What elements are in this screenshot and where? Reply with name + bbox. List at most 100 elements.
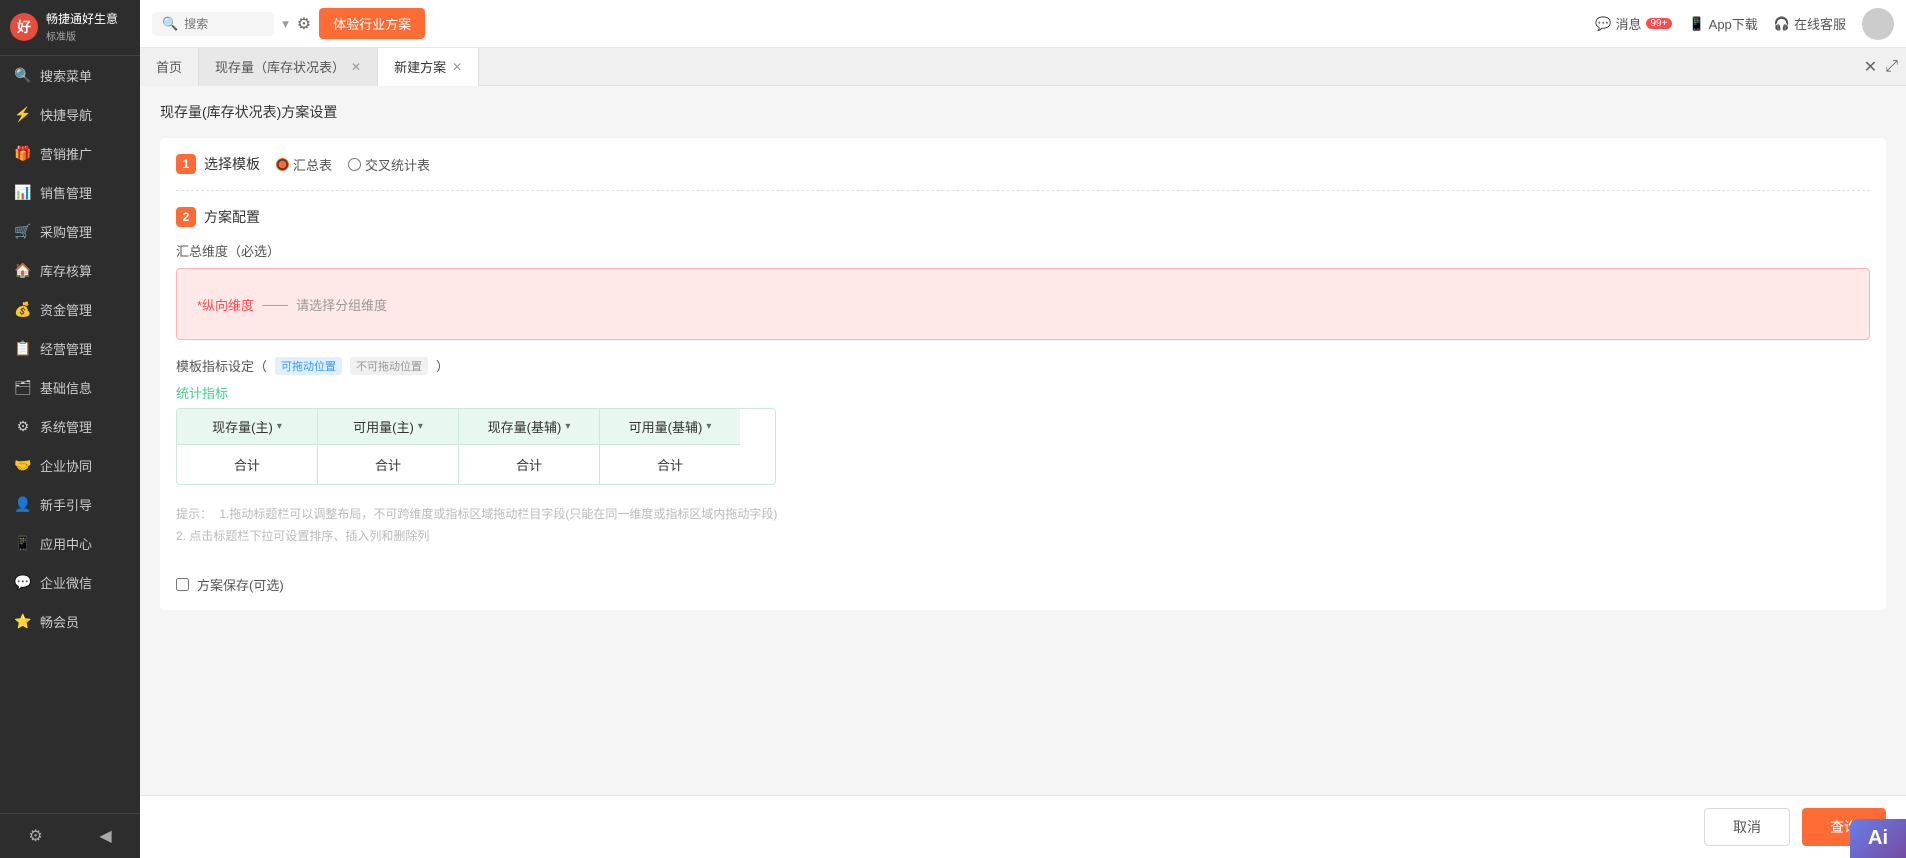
stats-col-0-header[interactable]: 现存量(主) ▾ [177,409,317,445]
house-icon: 🏠 [14,261,32,279]
tab-inventory[interactable]: 现存量（库存状况表） ✕ [199,48,378,86]
cancel-button[interactable]: 取消 [1704,808,1790,846]
sidebar-logo: 好 畅捷通好生意 标准版 [0,0,140,56]
sidebar-item-shortcut[interactable]: ⚡ 快捷导航 [0,95,140,134]
service-label: 在线客服 [1794,14,1846,33]
stats-col-1-sub: 合计 [375,455,401,474]
app-name: 畅捷通好生意 [46,12,118,28]
stats-col-2-header[interactable]: 现存量(基辅) ▾ [459,409,599,445]
page-title: 现存量(库存状况表)方案设置 [160,102,1886,122]
sidebar-item-label: 经营管理 [40,339,92,358]
stats-col-1-label: 可用量(主) [353,417,414,436]
stats-col-3-sub: 合计 [657,455,683,474]
sidebar-item-contract[interactable]: 🤝 企业协同 [0,446,140,485]
sidebar-item-label: 企业协同 [40,456,92,475]
chevron-down-0-icon[interactable]: ▾ [277,421,282,432]
sidebar-item-member[interactable]: ⭐ 畅会员 [0,602,140,641]
stats-col-2: 现存量(基辅) ▾ 合计 [459,409,600,484]
handshake-icon: 🤝 [14,456,32,474]
collapse-btn[interactable]: ◀ [95,822,115,850]
sidebar-item-basic[interactable]: 🗂 基础信息 [0,368,140,407]
chevron-down-3-icon[interactable]: ▾ [706,421,711,432]
draggable-badge: 可拖动位置 [275,357,342,375]
stats-section: 统计指标 现存量(主) ▾ 合计 [176,383,1870,488]
step1-header: 1 选择模板 汇总表 交叉统计表 [176,154,1870,174]
tab-new-plan-label: 新建方案 [394,57,446,76]
sidebar-item-sales[interactable]: 📊 销售管理 [0,173,140,212]
message-btn[interactable]: 💬 消息 99+ [1595,14,1672,33]
radio-summary-label: 汇总表 [293,155,332,174]
sidebar-item-search[interactable]: 🔍 搜索菜单 [0,56,140,95]
save-checkbox[interactable] [176,578,189,591]
sidebar-item-label: 应用中心 [40,534,92,553]
sidebar-item-system[interactable]: ⚙ 系统管理 [0,407,140,446]
sidebar-nav: 🔍 搜索菜单 ⚡ 快捷导航 🎁 营销推广 📊 销售管理 🛒 采购管理 🏠 库存核… [0,56,140,813]
folder-icon: 🗂 [14,378,32,396]
online-service-btn[interactable]: 🎧 在线客服 [1774,14,1846,33]
nodrag-badge: 不可拖动位置 [350,357,428,375]
sidebar-bottom: ⚙ ◀ [0,813,140,858]
app-edition: 标准版 [46,28,118,43]
tab-inventory-close[interactable]: ✕ [351,60,361,74]
search-icon: 🔍 [14,66,32,84]
sidebar-item-label: 基础信息 [40,378,92,397]
stats-title: 统计指标 [176,383,1870,402]
dim-required-marker: *纵向维度 [197,295,254,314]
stats-col-0-sub: 合计 [234,455,260,474]
content: 现存量(库存状况表)方案设置 1 选择模板 汇总表 交叉统计表 [140,86,1906,795]
search-dropdown-icon[interactable]: ▾ [282,16,289,32]
sidebar-item-wechat[interactable]: 💬 企业微信 [0,563,140,602]
sidebar-item-label: 搜索菜单 [40,66,92,85]
stats-col-1-header[interactable]: 可用量(主) ▾ [318,409,458,445]
settings-bottom-btn[interactable]: ⚙ [24,822,46,850]
step-divider [176,190,1870,191]
topbar-gear-icon[interactable]: ⚙ [297,14,311,34]
sidebar-item-label: 快捷导航 [40,105,92,124]
indicator-label: 模板指标设定（ 可拖动位置 不可拖动位置 ） [176,356,1870,375]
sidebar-item-marketing[interactable]: 🎁 营销推广 [0,134,140,173]
ai-badge[interactable]: Ai [1850,819,1906,858]
sidebar-item-operation[interactable]: 📋 经营管理 [0,329,140,368]
chat-icon: 💬 [14,573,32,591]
tab-home[interactable]: 首页 [140,48,199,86]
radio-cross-input[interactable] [348,158,361,171]
sidebar-item-label: 库存核算 [40,261,92,280]
stats-col-3: 可用量(基辅) ▾ 合计 [600,409,740,484]
chevron-down-2-icon[interactable]: ▾ [565,421,570,432]
close-window-btn[interactable]: ✕ [1864,57,1877,77]
trial-btn[interactable]: 体验行业方案 [319,8,425,39]
radio-cross[interactable]: 交叉统计表 [348,155,430,174]
tab-new-plan-close[interactable]: ✕ [452,60,462,74]
sidebar-item-label: 营销推广 [40,144,92,163]
sidebar-item-finance[interactable]: 💰 资金管理 [0,290,140,329]
save-checkbox-label[interactable]: 方案保存(可选) [197,575,284,594]
mobile-icon: 📱 [14,534,32,552]
app-download-btn[interactable]: 📱 App下载 [1688,14,1757,33]
dimension-box[interactable]: *纵向维度 —— 请选择分组维度 [176,268,1870,340]
tab-inventory-label: 现存量（库存状况表） [215,57,345,76]
logo-icon: 好 [10,13,38,41]
radio-summary-input[interactable] [276,158,289,171]
sidebar-item-guide[interactable]: 👤 新手引导 [0,485,140,524]
stats-col-2-label: 现存量(基辅) [488,417,562,436]
sidebar-item-purchase[interactable]: 🛒 采购管理 [0,212,140,251]
topbar-right: 💬 消息 99+ 📱 App下载 🎧 在线客服 [1595,8,1894,40]
topbar-search-box[interactable]: 🔍 [152,12,274,36]
sidebar-item-inventory[interactable]: 🏠 库存核算 [0,251,140,290]
search-topbar-icon: 🔍 [162,16,178,32]
dimension-field-label: 汇总维度（必选） [176,241,1870,260]
headset-icon: 🎧 [1774,16,1790,32]
tab-new-plan[interactable]: 新建方案 ✕ [378,48,479,86]
chevron-down-1-icon[interactable]: ▾ [418,421,423,432]
search-input[interactable] [184,17,264,31]
stats-col-3-header[interactable]: 可用量(基辅) ▾ [600,409,740,445]
stats-col-3-label: 可用量(基辅) [629,417,703,436]
expand-window-btn[interactable]: ⤢ [1885,58,1898,76]
hint-line-1: 提示： 1.拖动标题栏可以调整布局，不可跨维度或指标区域拖动栏目字段(只能在同一… [176,504,1870,526]
user-avatar[interactable] [1862,8,1894,40]
sidebar-item-appstore[interactable]: 📱 应用中心 [0,524,140,563]
message-icon: 💬 [1595,16,1611,32]
settings-section: 1 选择模板 汇总表 交叉统计表 2 方案 [160,138,1886,610]
radio-summary[interactable]: 汇总表 [276,155,332,174]
money-icon: 💰 [14,300,32,318]
